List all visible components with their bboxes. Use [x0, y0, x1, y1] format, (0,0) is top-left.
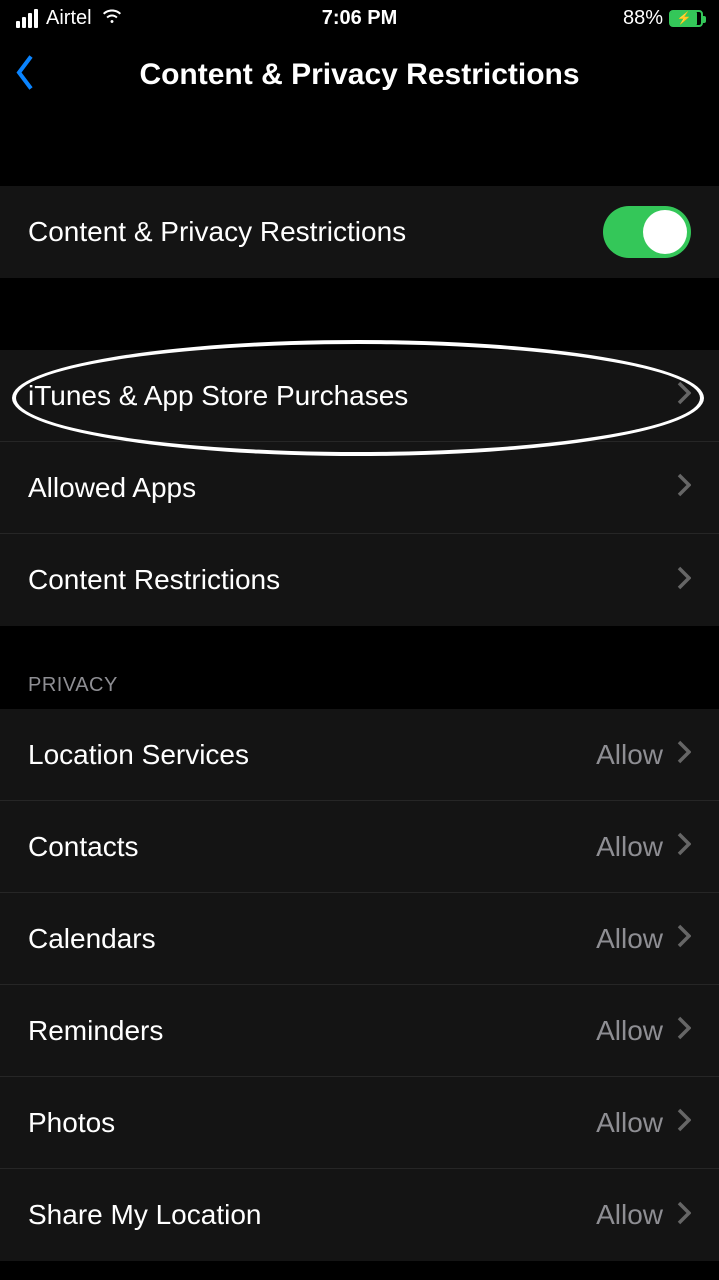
chevron-right-icon — [677, 566, 691, 595]
content-privacy-toggle[interactable] — [603, 206, 691, 258]
row-label: Photos — [28, 1107, 115, 1139]
content-restrictions-row[interactable]: Content Restrictions — [0, 534, 719, 626]
status-bar: Airtel 7:06 PM 88% ⚡ — [0, 0, 719, 36]
cellular-signal-icon — [16, 9, 38, 28]
toggle-label: Content & Privacy Restrictions — [28, 216, 406, 248]
section-gap — [0, 114, 719, 186]
privacy-group: Location Services Allow Contacts Allow C… — [0, 709, 719, 1261]
battery-percentage: 88% — [623, 7, 663, 30]
row-label: iTunes & App Store Purchases — [28, 380, 408, 412]
reminders-row[interactable]: Reminders Allow — [0, 985, 719, 1077]
location-services-row[interactable]: Location Services Allow — [0, 709, 719, 801]
row-value: Allow — [596, 739, 663, 771]
chevron-right-icon — [677, 1201, 691, 1230]
status-time: 7:06 PM — [322, 7, 398, 30]
charging-bolt-icon: ⚡ — [677, 12, 692, 24]
battery-icon: ⚡ — [669, 10, 703, 27]
row-value: Allow — [596, 1107, 663, 1139]
chevron-right-icon — [677, 740, 691, 769]
itunes-app-store-row[interactable]: iTunes & App Store Purchases — [0, 350, 719, 442]
chevron-right-icon — [677, 1108, 691, 1137]
page-title: Content & Privacy Restrictions — [139, 58, 579, 92]
section-gap — [0, 278, 719, 350]
row-label: Share My Location — [28, 1199, 261, 1231]
chevron-right-icon — [677, 381, 691, 410]
share-my-location-row[interactable]: Share My Location Allow — [0, 1169, 719, 1261]
settings-screen: Airtel 7:06 PM 88% ⚡ Content & Privacy R… — [0, 0, 719, 1280]
carrier-label: Airtel — [46, 7, 92, 30]
toggle-knob — [643, 210, 687, 254]
allowed-apps-row[interactable]: Allowed Apps — [0, 442, 719, 534]
content-privacy-toggle-row[interactable]: Content & Privacy Restrictions — [0, 186, 719, 278]
row-label: Reminders — [28, 1015, 163, 1047]
restrictions-group: iTunes & App Store Purchases Allowed App… — [0, 350, 719, 626]
photos-row[interactable]: Photos Allow — [0, 1077, 719, 1169]
row-value: Allow — [596, 831, 663, 863]
chevron-right-icon — [677, 924, 691, 953]
row-value: Allow — [596, 923, 663, 955]
chevron-right-icon — [677, 473, 691, 502]
row-value: Allow — [596, 1199, 663, 1231]
row-label: Allowed Apps — [28, 472, 196, 504]
row-label: Content Restrictions — [28, 564, 280, 596]
contacts-row[interactable]: Contacts Allow — [0, 801, 719, 893]
row-label: Location Services — [28, 739, 249, 771]
toggle-group: Content & Privacy Restrictions — [0, 186, 719, 278]
row-value: Allow — [596, 1015, 663, 1047]
calendars-row[interactable]: Calendars Allow — [0, 893, 719, 985]
nav-header: Content & Privacy Restrictions — [0, 36, 719, 114]
status-right: 88% ⚡ — [623, 7, 703, 30]
wifi-icon — [100, 3, 124, 33]
back-button[interactable] — [10, 53, 40, 98]
status-left: Airtel — [16, 3, 124, 33]
row-label: Contacts — [28, 831, 139, 863]
chevron-right-icon — [677, 1016, 691, 1045]
chevron-right-icon — [677, 832, 691, 861]
privacy-section-header: PRIVACY — [0, 626, 719, 709]
row-label: Calendars — [28, 923, 156, 955]
